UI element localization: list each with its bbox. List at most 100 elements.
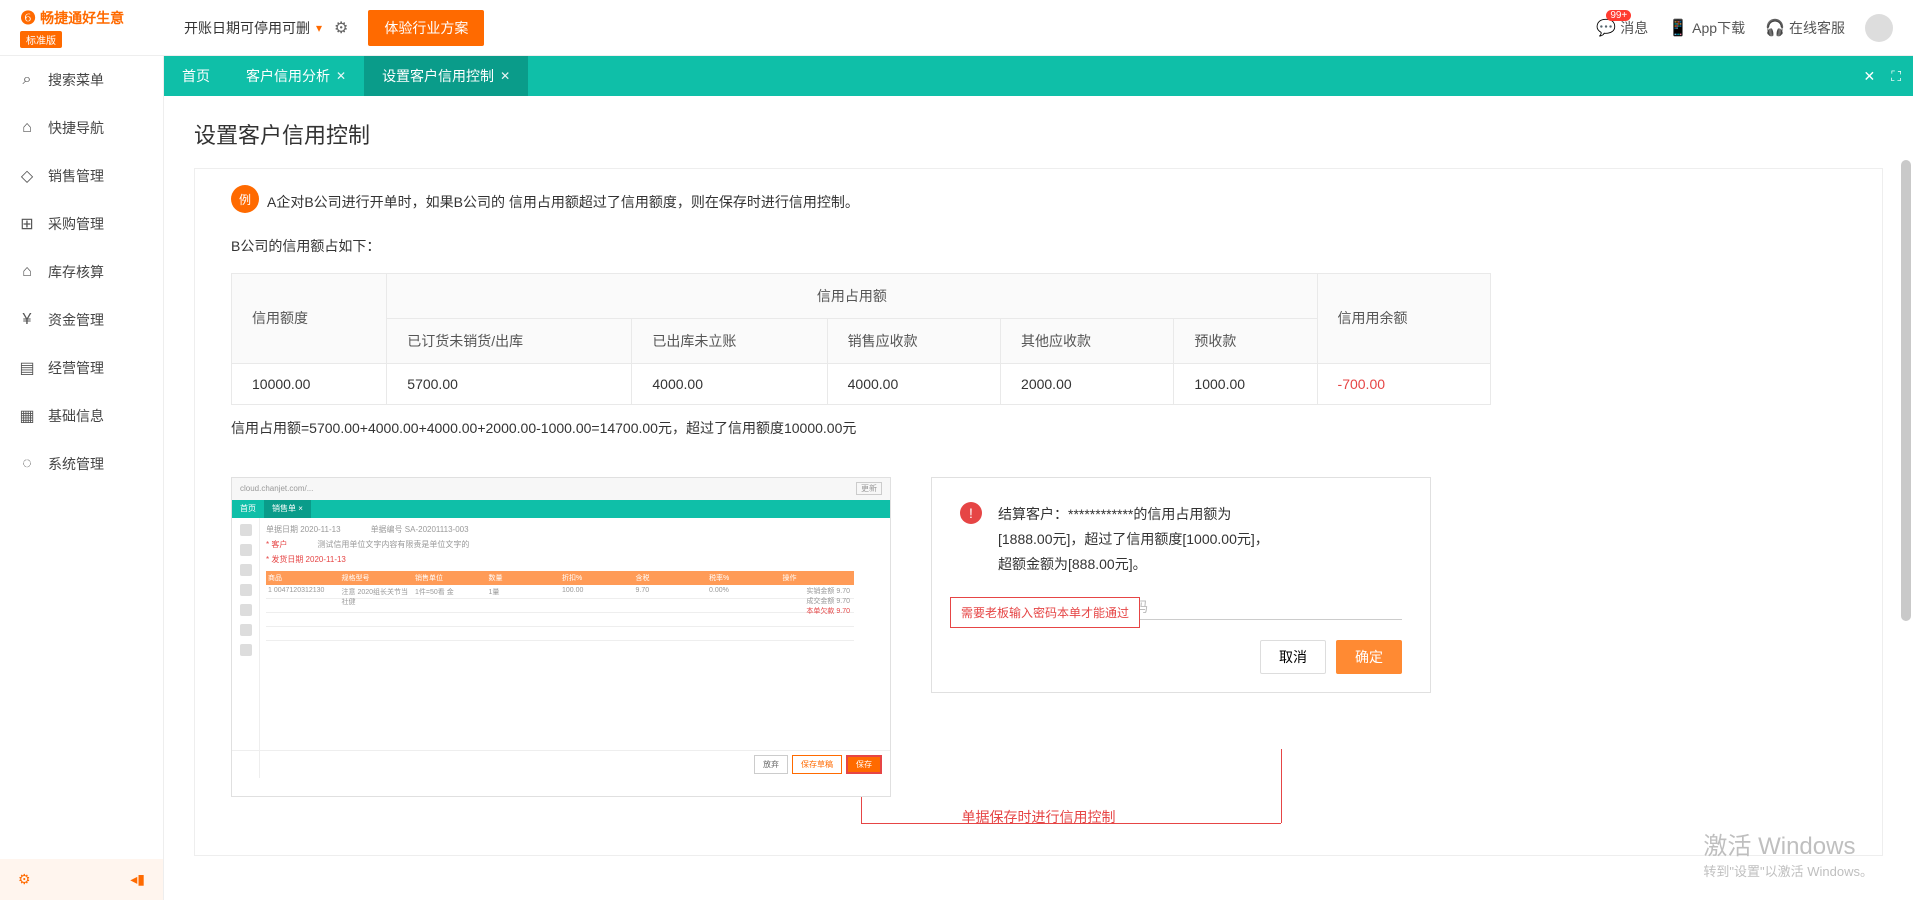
mock-draft-button: 保存草稿 <box>792 755 842 774</box>
sidebar-item-purchase[interactable]: ⊞ 采购管理 <box>0 200 163 248</box>
sidebar-item-quicknav[interactable]: ⌂ 快捷导航 <box>0 104 163 152</box>
connector-line <box>861 823 1281 824</box>
watermark-sub: 转到"设置"以激活 Windows。 <box>1703 861 1873 880</box>
connector-line <box>1281 749 1282 823</box>
sidebar-label: 资金管理 <box>48 310 104 330</box>
collapse-icon[interactable]: ◂▮ <box>130 871 145 888</box>
chat-icon: 💬 <box>1596 18 1616 38</box>
illustration-caption: 单据保存时进行信用控制 <box>231 807 1846 827</box>
credit-warning-dialog: ! 结算客户：************的信用占用额为 [1888.00元]，超过… <box>931 477 1431 694</box>
sidebar-label: 系统管理 <box>48 454 104 474</box>
tab-label: 首页 <box>182 66 210 86</box>
messages-label: 消息 <box>1620 18 1648 38</box>
sidebar-label: 销售管理 <box>48 166 104 186</box>
grid-icon: ▦ <box>18 406 36 426</box>
dialog-line: 超额金额为[888.00元]。 <box>998 556 1147 572</box>
sidebar-label: 经营管理 <box>48 358 104 378</box>
watermark-title: 激活 Windows <box>1703 826 1873 861</box>
sidebar-footer: ⚙ ◂▮ <box>0 859 163 900</box>
td-val: 1000.00 <box>1174 363 1317 404</box>
circle-icon: ◌ <box>18 455 36 473</box>
brand-name: 畅捷通好生意 <box>40 8 124 28</box>
th-col: 预收款 <box>1174 318 1317 363</box>
headset-icon: 🎧 <box>1765 18 1785 38</box>
mock-abandon-button: 放弃 <box>754 755 788 774</box>
tab-label: 设置客户信用控制 <box>382 66 494 86</box>
account-date-label: 开账日期可停用可删 <box>184 18 310 38</box>
tab-home[interactable]: 首页 <box>164 56 228 96</box>
sidebar-label: 基础信息 <box>48 406 104 426</box>
td-credit-limit: 10000.00 <box>232 363 387 404</box>
settings-icon[interactable]: ⚙ <box>18 871 31 888</box>
th-balance: 信用用余额 <box>1317 273 1490 363</box>
app-download-label: App下载 <box>1692 18 1745 38</box>
chart-icon: ▤ <box>18 358 36 378</box>
avatar[interactable] <box>1865 14 1893 42</box>
subhead-text: B公司的信用额占如下： <box>231 235 1846 259</box>
table-row: 10000.00 5700.00 4000.00 4000.00 2000.00… <box>232 363 1491 404</box>
dialog-message: 结算客户：************的信用占用额为 [1888.00元]，超过了信… <box>998 502 1269 578</box>
close-all-icon[interactable]: ✕ <box>1859 64 1879 89</box>
mock-save-button: 保存 <box>846 755 882 774</box>
search-icon: ⌕ <box>18 71 36 89</box>
th-col: 其他应收款 <box>1001 318 1174 363</box>
sidebar: ⌕ 搜索菜单 ⌂ 快捷导航 ◇销售管理 ⊞ 采购管理 ⌂ 库存核算 ¥ 资金管理 ▤ 经营管… <box>0 56 164 900</box>
gear-icon[interactable]: ⚙ <box>334 18 348 38</box>
cart-icon: ⊞ <box>18 214 36 234</box>
td-val: 4000.00 <box>827 363 1000 404</box>
logo-icon: ❻ <box>20 8 36 29</box>
warehouse-icon: ⌂ <box>18 263 36 281</box>
password-callout: 需要老板输入密码本单才能通过 <box>950 597 1140 628</box>
scrollbar[interactable] <box>1901 96 1911 892</box>
account-date-dropdown[interactable]: 开账日期可停用可删 ▾ <box>184 18 322 38</box>
th-col: 销售应收款 <box>827 318 1000 363</box>
td-balance: -700.00 <box>1317 363 1490 404</box>
close-icon[interactable]: ✕ <box>336 69 346 83</box>
td-val: 4000.00 <box>632 363 827 404</box>
online-service-button[interactable]: 🎧 在线客服 <box>1765 18 1845 38</box>
windows-activation-watermark: 激活 Windows 转到"设置"以激活 Windows。 <box>1703 826 1873 880</box>
sidebar-item-search[interactable]: ⌕ 搜索菜单 <box>0 56 163 104</box>
dialog-line: 结算客户：************的信用占用额为 <box>998 506 1231 522</box>
sidebar-item-finance[interactable]: ¥ 资金管理 <box>0 296 163 344</box>
sidebar-item-sales[interactable]: ◇销售管理 <box>0 152 163 200</box>
th-credit-used: 信用占用额 <box>387 273 1317 318</box>
messages-badge: 99+ <box>1606 10 1631 21</box>
sidebar-item-basicinfo[interactable]: ▦ 基础信息 <box>0 392 163 440</box>
sidebar-item-inventory[interactable]: ⌂ 库存核算 <box>0 248 163 296</box>
sidebar-item-operation[interactable]: ▤ 经营管理 <box>0 344 163 392</box>
messages-button[interactable]: 💬 99+ 消息 <box>1596 18 1648 38</box>
brand-logo: ❻ 畅捷通好生意 标准版 <box>20 8 160 48</box>
cancel-button[interactable]: 取消 <box>1260 640 1326 674</box>
sidebar-label: 搜索菜单 <box>48 70 104 90</box>
confirm-button[interactable]: 确定 <box>1336 640 1402 674</box>
home-icon: ⌂ <box>18 119 36 137</box>
warning-icon: ! <box>960 502 982 524</box>
app-download-button[interactable]: 📱 App下载 <box>1668 18 1745 38</box>
connector-line <box>861 797 862 823</box>
formula-text: 信用占用额=5700.00+4000.00+4000.00+2000.00-10… <box>231 417 1846 441</box>
sidebar-label: 采购管理 <box>48 214 104 234</box>
phone-icon: 📱 <box>1668 18 1688 38</box>
th-col: 已订货未销货/出库 <box>387 318 632 363</box>
tab-credit-control[interactable]: 设置客户信用控制 ✕ <box>364 56 528 96</box>
close-icon[interactable]: ✕ <box>500 69 510 83</box>
sidebar-label: 库存核算 <box>48 262 104 282</box>
dialog-line: [1888.00元]，超过了信用额度[1000.00元]， <box>998 531 1269 547</box>
screenshot-mock: cloud.chanjet.com/...更新 首页销售单 × 单据日期 202… <box>231 477 891 797</box>
tab-credit-analysis[interactable]: 客户信用分析 ✕ <box>228 56 364 96</box>
tab-bar: 首页 客户信用分析 ✕ 设置客户信用控制 ✕ ✕ ⛶ <box>164 56 1913 96</box>
tab-label: 客户信用分析 <box>246 66 330 86</box>
th-col: 已出库未立账 <box>632 318 827 363</box>
td-val: 2000.00 <box>1001 363 1174 404</box>
yen-icon: ¥ <box>18 311 36 329</box>
fullscreen-icon[interactable]: ⛶ <box>1887 64 1905 89</box>
example-text: A企对B公司进行开单时，如果B公司的 信用占用额超过了信用额度，则在保存时进行信… <box>267 191 859 215</box>
page-content: 设置客户信用控制 例 A企对B公司进行开单时，如果B公司的 信用占用额超过了信用… <box>164 96 1913 900</box>
help-article: 例 A企对B公司进行开单时，如果B公司的 信用占用额超过了信用额度，则在保存时进… <box>194 168 1883 856</box>
cta-button[interactable]: 体验行业方案 <box>368 10 484 46</box>
sidebar-item-system[interactable]: ◌ 系统管理 <box>0 440 163 488</box>
header: ❻ 畅捷通好生意 标准版 开账日期可停用可删 ▾ ⚙ 体验行业方案 💬 99+ … <box>0 0 1913 56</box>
sidebar-label: 快捷导航 <box>48 118 104 138</box>
online-service-label: 在线客服 <box>1789 18 1845 38</box>
